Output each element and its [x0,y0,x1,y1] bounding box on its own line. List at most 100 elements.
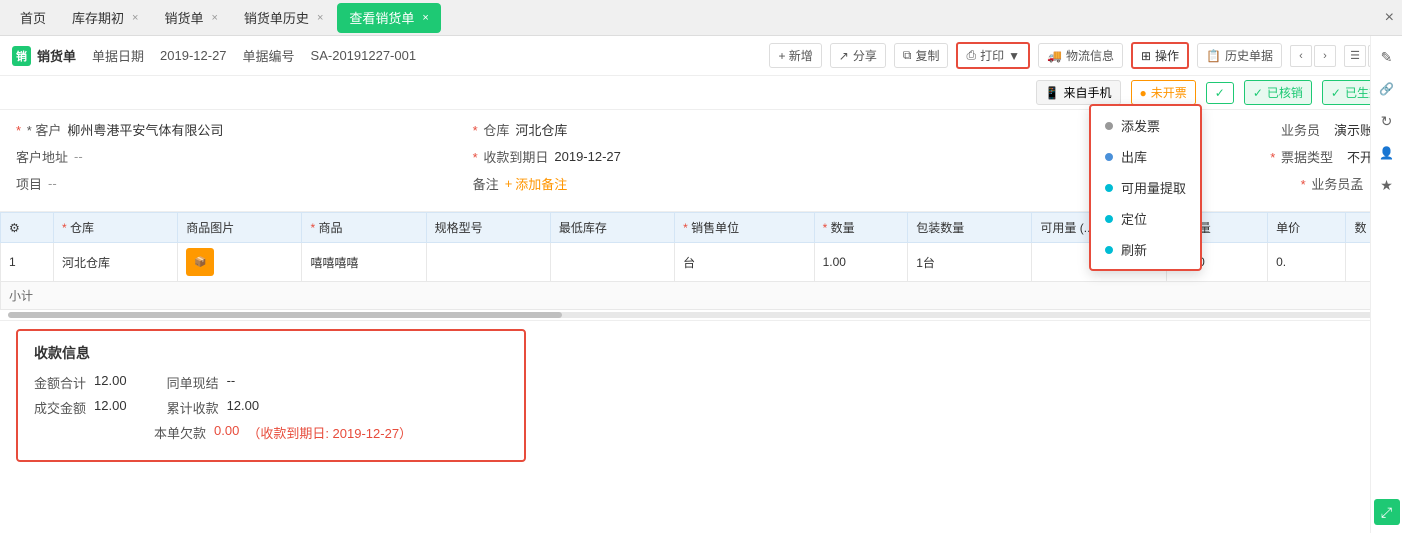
payment-row-1: 金额合计 12.00 同单现结 -- [34,373,508,392]
verified-label: 已核销 [1267,84,1303,101]
row-min-stock [550,243,674,282]
tab-home-label: 首页 [20,8,46,27]
refresh-sidebar-icon[interactable]: ↻ [1374,108,1400,134]
next-arrow[interactable]: › [1314,45,1336,67]
dropdown-menu: 添发票 出库 可用量提取 定位 刷新 [1089,104,1202,271]
tab-check-close[interactable]: × [422,12,428,24]
payment-info-box: 收款信息 金额合计 12.00 同单现结 -- 成交金额 12.00 累计收款 [16,329,526,462]
print-icon: ⎙ [966,48,976,63]
row-product-image: 📦 [178,243,302,282]
customer-value: 柳州粤港平安气体有限公司 [67,120,223,139]
doc-date-value: 2019-12-27 [160,48,227,63]
tab-inventory-label: 库存期初 [72,8,124,27]
edit-sidebar-icon[interactable]: ✎ [1374,44,1400,70]
customer-field: * * 客户 柳州粤港平安气体有限公司 [16,120,473,139]
row-spec [426,243,550,282]
outstanding-label: 本单欠款 [154,423,206,442]
subtotal-label: 小计 [1,282,1402,310]
refresh-icon: ↻ [1381,113,1393,130]
verified-btn[interactable]: ✓ 已核销 [1244,80,1312,105]
col-gear[interactable]: ⚙ [1,213,54,243]
row-product-name: 嘻嘻嘻嘻 [302,243,426,282]
verified-check: ✓ [1253,86,1263,100]
not-invoiced-label: 未开票 [1151,84,1187,101]
history-btn[interactable]: 📋 历史单据 [1197,43,1282,68]
copy-btn[interactable]: ⧉ 复制 [894,43,949,68]
main-content: 销 销货单 单据日期 2019-12-27 单据编号 SA-20191227-0… [0,36,1402,533]
doc-actions: + 新增 ↗ 分享 ⧉ 复制 ⎙ 打印 ▼ 🚚 物流信息 [769,42,1390,69]
row-warehouse: 河北仓库 [54,243,178,282]
total-amount-value: 12.00 [94,373,127,392]
prev-arrow[interactable]: ‹ [1290,45,1312,67]
add-note-btn[interactable]: + 添加备注 [505,174,568,193]
logistics-icon: 🚚 [1047,49,1062,63]
invoice-dot: ● [1140,86,1147,100]
tab-sales-order[interactable]: 销货单 × [152,3,229,33]
address-value: -- [74,149,83,164]
history-label: 历史单据 [1225,47,1273,64]
col-spec: 规格型号 [426,213,550,243]
salesperson-label: 业务员 [1281,120,1320,139]
tab-bar: 首页 库存期初 × 销货单 × 销货单历史 × 查看销货单 × × [0,0,1402,36]
doc-number-value: SA-20191227-001 [311,48,417,63]
gear-icon: ⚙ [9,221,20,235]
product-thumbnail: 📦 [186,248,214,276]
star-sidebar-icon[interactable]: ★ [1374,172,1400,198]
close-window-btn[interactable]: × [1385,9,1394,27]
due-date-note: （收款到期日: 2019-12-27） [247,423,412,442]
available-extract-dot [1105,184,1113,192]
tab-sales-history[interactable]: 销货单历史 × [232,3,335,33]
scrollbar-thumb [8,312,562,318]
col-unit: * 销售单位 [675,213,815,243]
logistics-btn[interactable]: 🚚 物流信息 [1038,43,1123,68]
dropdown-available-extract[interactable]: 可用量提取 [1091,172,1200,203]
doc-toolbar: 销 销货单 单据日期 2019-12-27 单据编号 SA-20191227-0… [0,36,1402,76]
add-invoice-label: 添发票 [1121,116,1160,135]
expand-sidebar-icon[interactable]: ⤢ [1374,499,1400,525]
dropdown-locate[interactable]: 定位 [1091,203,1200,234]
note-field: 备注 + 添加备注 [473,174,930,193]
due-date-value: 2019-12-27 [554,149,621,164]
phone-label: 来自手机 [1064,84,1112,101]
payment-row-2: 成交金额 12.00 累计收款 12.00 [34,398,508,417]
tab-check-sales[interactable]: 查看销货单 × [337,3,440,33]
warehouse-value: 河北仓库 [515,120,567,139]
col-product-image: 商品图片 [178,213,302,243]
link-sidebar-icon[interactable]: 🔗 [1374,76,1400,102]
dropdown-refresh[interactable]: 刷新 [1091,234,1200,265]
check-icon: ✓ [1215,86,1225,100]
print-btn[interactable]: ⎙ 打印 ▼ [956,42,1030,69]
warehouse-field: * 仓库 河北仓库 [473,120,930,139]
doc-type-icon: 销 [12,46,31,66]
user-sidebar-icon[interactable]: 👤 [1374,140,1400,166]
copy-icon: ⧉ [903,48,912,63]
dropdown-add-invoice[interactable]: 添发票 [1091,110,1200,141]
due-date-field: * 收款到期日 2019-12-27 [473,147,930,166]
doc-date-label: 单据日期 [92,46,144,65]
dropdown-outbound[interactable]: 出库 [1091,141,1200,172]
scrollbar-track[interactable] [8,312,1394,318]
tab-history-close[interactable]: × [317,12,323,24]
phone-source-btn[interactable]: 📱 来自手机 [1036,80,1121,105]
list-view-btn[interactable]: ☰ [1344,45,1366,67]
settlement-value: -- [227,373,236,392]
outstanding-value: 0.00 [214,423,239,442]
operations-btn[interactable]: ⊞ 操作 [1131,42,1189,69]
col-unit-price: 单价 [1268,213,1346,243]
tab-home[interactable]: 首页 [8,3,58,33]
col-warehouse: * 仓库 [54,213,178,243]
share-btn[interactable]: ↗ 分享 [830,43,886,68]
nav-arrows: ‹ › [1290,45,1336,67]
tab-inventory-close[interactable]: × [132,12,138,24]
tab-sales-close[interactable]: × [211,12,217,24]
project-field: 项目 -- [16,174,473,193]
tab-check-label: 查看销货单 [349,8,414,27]
tab-inventory-init[interactable]: 库存期初 × [60,3,150,33]
new-btn[interactable]: + 新增 [769,43,821,68]
not-invoiced-btn[interactable]: ● 未开票 [1131,80,1196,105]
check-btn[interactable]: ✓ [1206,82,1234,104]
edit-icon: ✎ [1381,49,1393,66]
payment-row-3: 本单欠款 0.00 （收款到期日: 2019-12-27） [34,423,508,442]
cumulative-item: 累计收款 12.00 [167,398,260,417]
cumulative-value: 12.00 [227,398,260,417]
